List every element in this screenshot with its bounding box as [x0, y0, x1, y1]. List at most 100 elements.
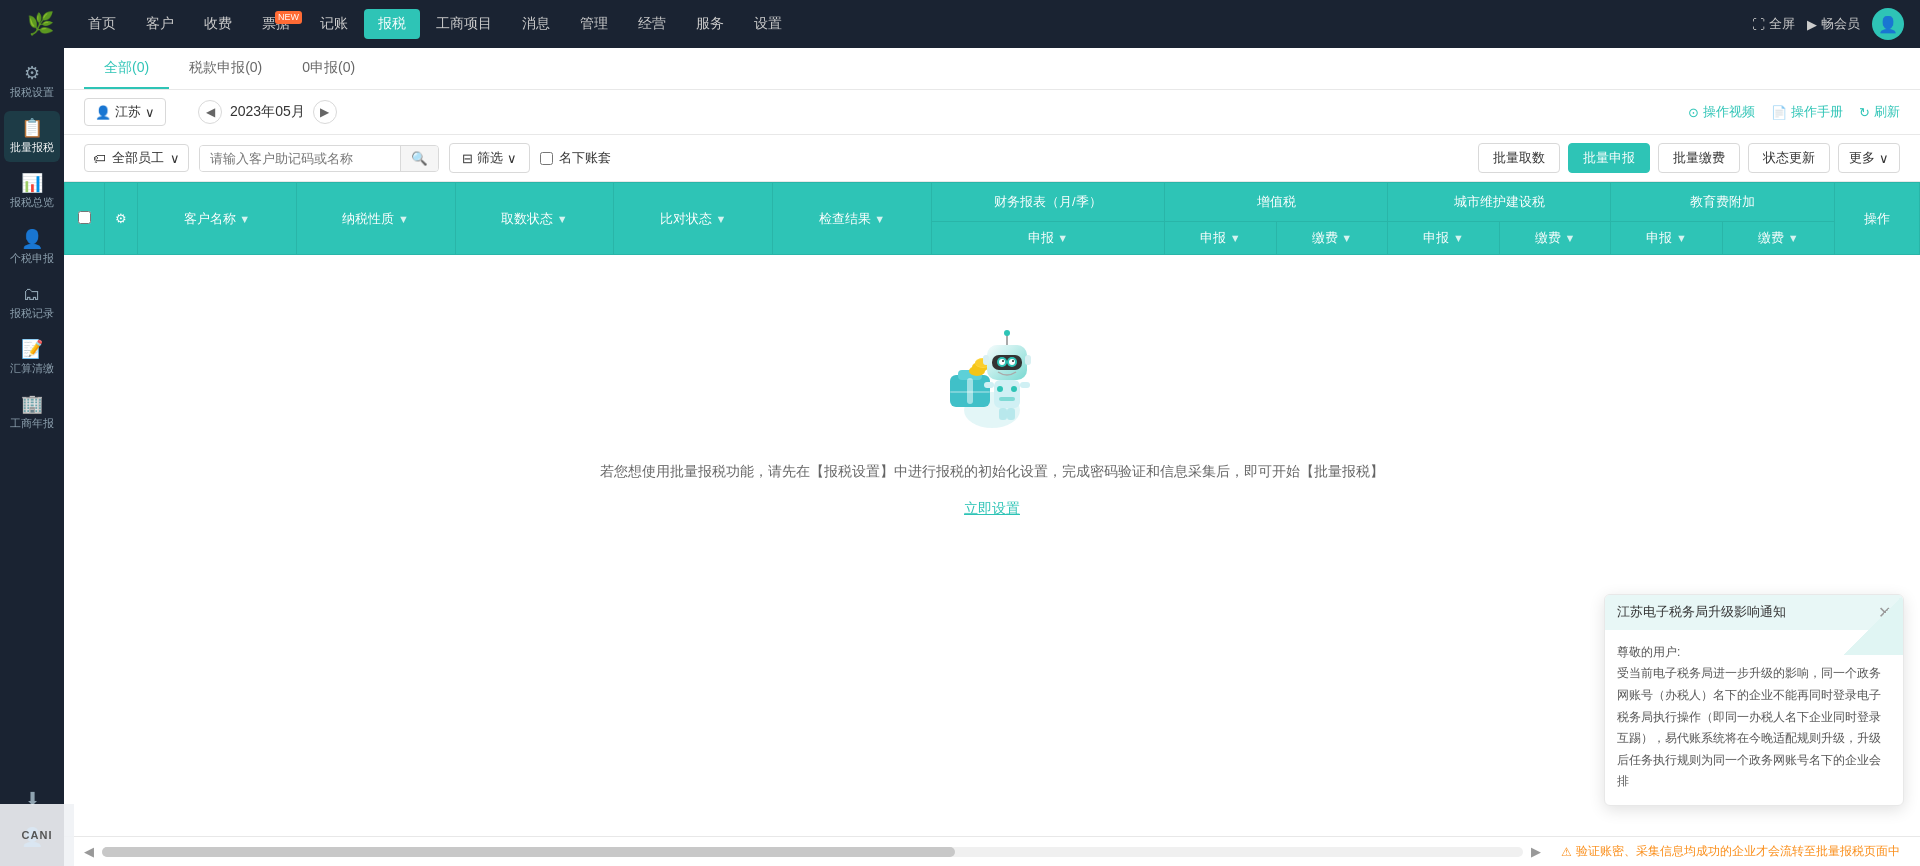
vat-header: 增值税: [1165, 183, 1388, 222]
gear-header: ⚙: [105, 183, 138, 255]
svg-point-24: [1011, 386, 1017, 392]
operation-manual-link[interactable]: 📄 操作手册: [1771, 103, 1843, 121]
tax-type-filter-icon[interactable]: ▼: [398, 213, 409, 225]
tab-zero-declare[interactable]: 0申报(0): [282, 49, 375, 89]
staff-select[interactable]: 🏷 全部员工 ∨: [84, 144, 189, 172]
nav-service[interactable]: 服务: [682, 9, 738, 39]
vat-pay-sub: 缴费 ▼: [1276, 222, 1388, 255]
customer-filter-icon[interactable]: ▼: [239, 213, 250, 225]
table-body: 若您想使用批量报税功能，请先在【报税设置】中进行报税的初始化设置，完成密码验证和…: [65, 255, 1920, 579]
batch-pay-button[interactable]: 批量缴费: [1658, 143, 1740, 173]
select-all-checkbox[interactable]: [78, 211, 91, 224]
operation-video-link[interactable]: ⊙ 操作视频: [1688, 103, 1755, 121]
vip-button[interactable]: ▶ 畅会员: [1807, 15, 1860, 33]
nav-ticket[interactable]: 票据 NEW: [248, 9, 304, 39]
setup-link[interactable]: 立即设置: [964, 500, 1020, 518]
vat-pay-filter-icon[interactable]: ▼: [1341, 232, 1352, 244]
search-button[interactable]: 🔍: [400, 146, 438, 171]
annual-settlement-icon: 📝: [21, 340, 43, 358]
vat-declare-filter-icon[interactable]: ▼: [1230, 232, 1241, 244]
nav-operation[interactable]: 经营: [624, 9, 680, 39]
city-pay-filter-icon[interactable]: ▼: [1565, 232, 1576, 244]
sidebar-item-personal-tax[interactable]: 👤 个税申报: [4, 222, 60, 273]
top-navigation: 🌿 首页 客户 收费 票据 NEW 记账 报税 工商项目 消息 管理 经营 服务…: [0, 0, 1920, 48]
nav-accounting[interactable]: 记账: [306, 9, 362, 39]
scroll-thumb: [102, 847, 955, 857]
sidebar-item-tax-overview[interactable]: 📊 报税总览: [4, 166, 60, 217]
sidebar-item-tax-settings[interactable]: ⚙ 报税设置: [4, 56, 60, 107]
scroll-left-icon[interactable]: ◀: [84, 844, 94, 859]
filter-label: 筛选: [477, 149, 503, 167]
filter-chevron-icon: ∨: [507, 151, 517, 166]
more-button[interactable]: 更多 ∨: [1838, 143, 1900, 173]
compare-status-header: 比对状态 ▼: [614, 183, 773, 255]
financial-declare-filter-icon[interactable]: ▼: [1057, 232, 1068, 244]
batch-fetch-button[interactable]: 批量取数: [1478, 143, 1560, 173]
logo-icon: 🌿: [16, 0, 64, 48]
sidebar-item-tax-records[interactable]: 🗂 报税记录: [4, 277, 60, 328]
svg-point-15: [1009, 359, 1015, 365]
check-filter-icon[interactable]: ▼: [874, 213, 885, 225]
user-avatar[interactable]: 👤: [1872, 8, 1904, 40]
tab-all[interactable]: 全部(0): [84, 49, 169, 89]
top-nav-right: ⛶ 全屏 ▶ 畅会员 👤: [1752, 8, 1904, 40]
sidebar-item-batch-tax[interactable]: 📋 批量报税: [4, 111, 60, 162]
account-checkbox[interactable]: [540, 152, 553, 165]
compare-filter-icon[interactable]: ▼: [715, 213, 726, 225]
operation-header: 操作: [1834, 183, 1919, 255]
search-input[interactable]: [200, 146, 400, 171]
customer-name-header: 客户名称 ▼: [138, 183, 297, 255]
fetch-filter-icon[interactable]: ▼: [557, 213, 568, 225]
region-bar-right: ⊙ 操作视频 📄 操作手册 ↻ 刷新: [1688, 103, 1900, 121]
svg-point-17: [1012, 360, 1014, 362]
nav-message[interactable]: 消息: [508, 9, 564, 39]
fullscreen-button[interactable]: ⛶ 全屏: [1752, 15, 1795, 33]
nav-fee[interactable]: 收费: [190, 9, 246, 39]
sidebar-item-annual-settlement[interactable]: 📝 汇算清缴: [4, 332, 60, 383]
bottom-warning: ⚠ 验证账密、采集信息均成功的企业才会流转至批量报税页面中: [1561, 843, 1900, 860]
svg-rect-26: [984, 382, 994, 388]
svg-point-19: [1004, 330, 1010, 336]
horizontal-scrollbar[interactable]: [102, 847, 1523, 857]
nav-customer[interactable]: 客户: [132, 9, 188, 39]
tab-tax-declare[interactable]: 税款申报(0): [169, 49, 282, 89]
region-selector[interactable]: 👤 江苏 ∨: [84, 98, 166, 126]
city-declare-filter-icon[interactable]: ▼: [1453, 232, 1464, 244]
status-update-button[interactable]: 状态更新: [1748, 143, 1830, 173]
new-badge: NEW: [275, 11, 302, 24]
svg-rect-25: [999, 397, 1015, 401]
notification-title: 江苏电子税务局升级影响通知: [1617, 603, 1786, 621]
region-bar: 👤 江苏 ∨ ◀ 2023年05月 ▶ ⊙ 操作视频 📄 操作手册 ↻: [64, 90, 1920, 135]
date-next-button[interactable]: ▶: [313, 100, 337, 124]
scroll-right-icon[interactable]: ▶: [1531, 844, 1541, 859]
gear-icon[interactable]: ⚙: [115, 211, 127, 226]
toolbar: 🏷 全部员工 ∨ 🔍 ⊟ 筛选 ∨ 名下账套 批量取数 批量申报 批量缴费: [64, 135, 1920, 182]
date-label: 2023年05月: [230, 103, 305, 121]
refresh-icon: ↻: [1859, 105, 1870, 120]
empty-state-row: 若您想使用批量报税功能，请先在【报税设置】中进行报税的初始化设置，完成密码验证和…: [65, 255, 1920, 579]
filter-button[interactable]: ⊟ 筛选 ∨: [449, 143, 530, 173]
robot-illustration: [932, 315, 1052, 435]
refresh-button[interactable]: ↻ 刷新: [1859, 103, 1900, 121]
manual-icon: 📄: [1771, 105, 1787, 120]
nav-tax[interactable]: 报税: [364, 9, 420, 39]
batch-declare-button[interactable]: 批量申报: [1568, 143, 1650, 173]
nav-manage[interactable]: 管理: [566, 9, 622, 39]
bottom-bar: ◀ ▶ ⚠ 验证账密、采集信息均成功的企业才会流转至批量报税页面中: [64, 836, 1920, 866]
nav-commerce[interactable]: 工商项目: [422, 9, 506, 39]
sidebar-item-annual-report[interactable]: 🏢 工商年报: [4, 387, 60, 438]
svg-rect-11: [992, 355, 1022, 370]
nav-home[interactable]: 首页: [74, 9, 130, 39]
sidebar-label-annual-report: 工商年报: [10, 417, 54, 430]
check-result-header: 检查结果 ▼: [773, 183, 932, 255]
nav-settings[interactable]: 设置: [740, 9, 796, 39]
svg-rect-28: [999, 408, 1007, 420]
svg-rect-21: [1025, 355, 1031, 365]
cani-badge: CANI: [0, 804, 74, 866]
toolbar-right: 批量取数 批量申报 批量缴费 状态更新 更多 ∨: [1478, 143, 1900, 173]
checkbox-label-account[interactable]: 名下账套: [540, 149, 611, 167]
date-prev-button[interactable]: ◀: [198, 100, 222, 124]
svg-rect-29: [1007, 408, 1015, 420]
edu-pay-filter-icon[interactable]: ▼: [1788, 232, 1799, 244]
edu-declare-filter-icon[interactable]: ▼: [1676, 232, 1687, 244]
